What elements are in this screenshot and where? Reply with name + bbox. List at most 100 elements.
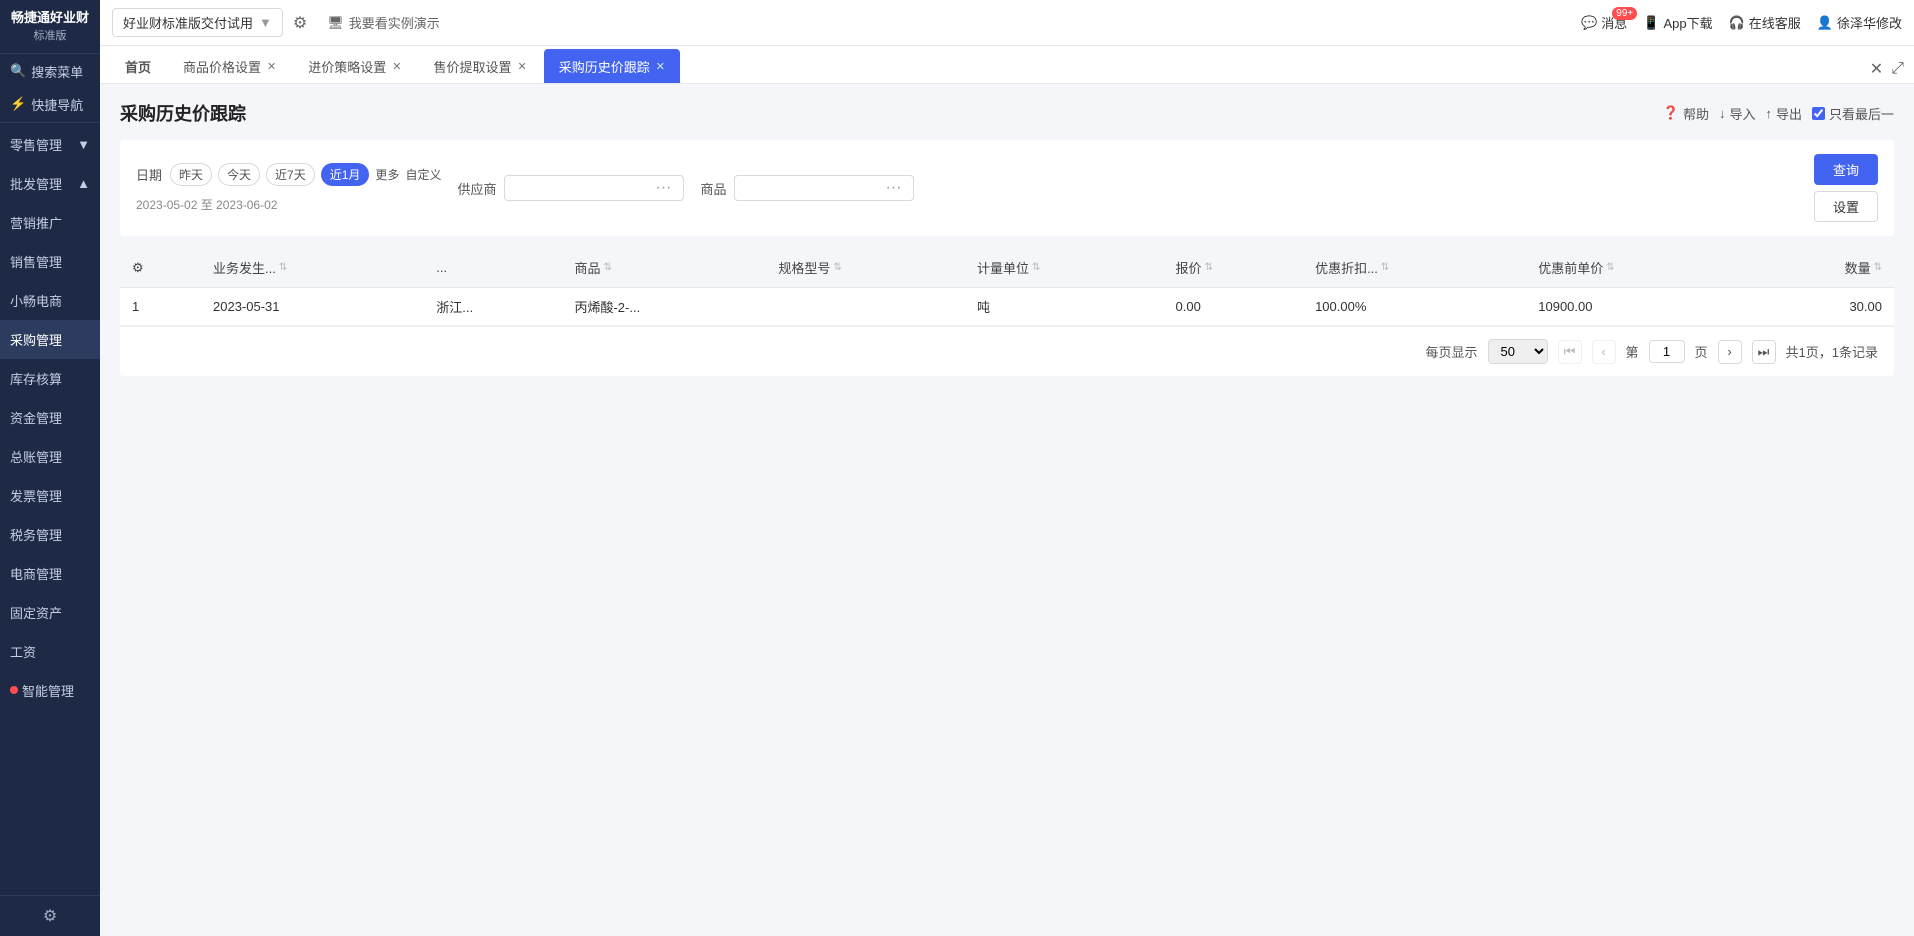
close-icon[interactable]: ✕	[656, 60, 665, 73]
query-button[interactable]: 查询	[1814, 154, 1878, 185]
col-discount-label: 优惠折扣...	[1315, 258, 1378, 277]
user-button[interactable]: 👤 徐泽华修改	[1817, 13, 1902, 32]
page-number-input[interactable]	[1649, 340, 1685, 363]
sidebar-purchase-label: 采购管理	[10, 330, 90, 349]
product-settings-icon[interactable]: ⚙	[293, 13, 307, 33]
col-business-date[interactable]: 业务发生... ⇅	[201, 248, 424, 288]
product-selector[interactable]: 好业财标准版交付试用 ▼	[112, 8, 283, 37]
first-page-btn[interactable]: ⏮	[1558, 340, 1582, 364]
table-row: 1 2023-05-31 浙江... 丙烯酸-2-... 吨 0.00 100.…	[120, 288, 1894, 326]
close-icon[interactable]: ✕	[392, 60, 401, 73]
table-area: ⚙ 业务发生... ⇅ ... 商品	[120, 248, 1894, 376]
cell-discount: 100.00%	[1303, 288, 1526, 326]
sidebar-item-invoice[interactable]: 发票管理	[0, 476, 100, 515]
sort-icon[interactable]: ⇅	[1874, 262, 1882, 273]
sidebar-item-wholesale[interactable]: 批发管理 ▲	[0, 164, 100, 203]
col-discount[interactable]: 优惠折扣... ⇅	[1303, 248, 1526, 288]
sidebar-item-ecommerce-small[interactable]: 小畅电商	[0, 281, 100, 320]
message-badge: 99+	[1612, 7, 1637, 20]
date-filter-label: 日期	[136, 165, 162, 184]
settings-gear-icon[interactable]: ⚙	[43, 906, 57, 926]
sidebar-item-intelligence[interactable]: 智能管理	[0, 671, 100, 710]
tab-expand-icon[interactable]: ⤢	[1891, 60, 1904, 78]
page-size-label: 每页显示	[1425, 342, 1477, 361]
col-more[interactable]: ...	[424, 248, 562, 288]
message-button[interactable]: 💬 消息 99+	[1581, 13, 1627, 32]
sidebar-item-purchase[interactable]: 采购管理	[0, 320, 100, 359]
goods-filter: 商品 ···	[700, 175, 914, 201]
tab-purchase-history[interactable]: 采购历史价跟踪 ✕	[544, 49, 680, 83]
sort-icon[interactable]: ⇅	[1381, 262, 1389, 273]
goods-more-icon[interactable]: ···	[885, 179, 901, 197]
tab-purchase-strategy[interactable]: 进价策略设置 ✕	[293, 49, 416, 83]
last-only-checkbox[interactable]	[1812, 107, 1825, 120]
date-more-btn[interactable]: 更多	[375, 166, 399, 183]
tab-goods-price[interactable]: 商品价格设置 ✕	[168, 49, 291, 83]
demo-link[interactable]: 🖥 我要看实例演示	[327, 13, 440, 32]
sort-icon[interactable]: ⇅	[833, 262, 841, 273]
sidebar-item-retail[interactable]: 零售管理 ▼	[0, 125, 100, 164]
page-size-select[interactable]: 20 50 100	[1488, 339, 1548, 364]
sidebar-item-tax[interactable]: 税务管理	[0, 515, 100, 554]
sidebar-item-salary[interactable]: 工资	[0, 632, 100, 671]
sidebar-salary-label: 工资	[10, 642, 90, 661]
sidebar-ecommerce-small-label: 小畅电商	[10, 291, 90, 310]
page-label: 第	[1626, 342, 1639, 361]
sort-icon[interactable]: ⇅	[1032, 262, 1040, 273]
sidebar-item-marketing[interactable]: 营销推广	[0, 203, 100, 242]
col-goods[interactable]: 商品 ⇅	[562, 248, 766, 288]
col-pre-discount-price-label: 优惠前单价	[1538, 258, 1603, 277]
col-quantity[interactable]: 数量 ⇅	[1754, 248, 1894, 288]
sidebar-item-assets[interactable]: 固定资产	[0, 593, 100, 632]
chevron-down-icon: ▼	[259, 15, 272, 30]
close-icon[interactable]: ✕	[518, 60, 527, 73]
tab-sale-price[interactable]: 售价提取设置 ✕	[418, 49, 541, 83]
last-only-label: 只看最后一	[1829, 104, 1894, 123]
date-btn-1month[interactable]: 近1月	[321, 163, 370, 186]
sidebar-item-finance[interactable]: 资金管理	[0, 398, 100, 437]
tab-close-icon[interactable]: ✕	[1870, 59, 1883, 79]
sidebar-item-sales[interactable]: 销售管理	[0, 242, 100, 281]
sidebar-assets-label: 固定资产	[10, 603, 90, 622]
col-spec[interactable]: 规格型号 ⇅	[766, 248, 965, 288]
sidebar-sales-label: 销售管理	[10, 252, 90, 271]
last-only-checkbox-label[interactable]: 只看最后一	[1812, 104, 1894, 123]
col-settings[interactable]: ⚙	[120, 248, 201, 288]
export-button[interactable]: ↑ 导出	[1765, 104, 1802, 123]
date-btn-7days[interactable]: 近7天	[266, 163, 315, 186]
sidebar-quick-nav[interactable]: ⚡ 快捷导航	[0, 89, 100, 120]
sort-icon[interactable]: ⇅	[279, 262, 287, 273]
help-button[interactable]: ❓ 帮助	[1663, 104, 1709, 123]
close-icon[interactable]: ✕	[267, 60, 276, 73]
date-btn-today[interactable]: 今天	[218, 163, 260, 186]
settings-button[interactable]: 设置	[1814, 191, 1878, 222]
cell-supplier: 浙江...	[424, 288, 562, 326]
goods-input[interactable]	[743, 181, 883, 196]
col-quote[interactable]: 报价 ⇅	[1164, 248, 1304, 288]
date-range-display: 2023-05-02 至 2023-06-02	[136, 196, 277, 213]
app-download-button[interactable]: 📱 App下载	[1643, 13, 1712, 32]
supplier-input[interactable]	[513, 181, 653, 196]
col-pre-discount-price[interactable]: 优惠前单价 ⇅	[1526, 248, 1754, 288]
demo-link-label: 我要看实例演示	[349, 13, 440, 32]
tab-home[interactable]: 首页	[110, 49, 166, 83]
service-button[interactable]: 🎧 在线客服	[1729, 13, 1801, 32]
filter-area: 日期 昨天 今天 近7天 近1月 更多 自定义 2023-05-02 至 202…	[120, 140, 1894, 236]
next-page-btn[interactable]: ›	[1718, 340, 1742, 364]
prev-page-btn[interactable]: ‹	[1592, 340, 1616, 364]
sort-icon[interactable]: ⇅	[603, 262, 611, 273]
sidebar-item-ecommerce[interactable]: 电商管理	[0, 554, 100, 593]
sidebar-item-ledger[interactable]: 总账管理	[0, 437, 100, 476]
col-unit[interactable]: 计量单位 ⇅	[965, 248, 1164, 288]
export-label: 导出	[1776, 104, 1802, 123]
last-page-btn[interactable]: ⏭	[1752, 340, 1776, 364]
supplier-more-icon[interactable]: ···	[655, 179, 671, 197]
date-custom-btn[interactable]: 自定义	[405, 166, 441, 183]
sort-icon[interactable]: ⇅	[1606, 262, 1614, 273]
date-btn-yesterday[interactable]: 昨天	[170, 163, 212, 186]
sidebar-item-inventory[interactable]: 库存核算	[0, 359, 100, 398]
sort-icon[interactable]: ⇅	[1205, 262, 1213, 273]
import-button[interactable]: ↓ 导入	[1719, 104, 1756, 123]
sidebar-search[interactable]: 🔍 搜索菜单	[0, 54, 100, 89]
filter-actions: 查询 设置	[1814, 154, 1878, 222]
